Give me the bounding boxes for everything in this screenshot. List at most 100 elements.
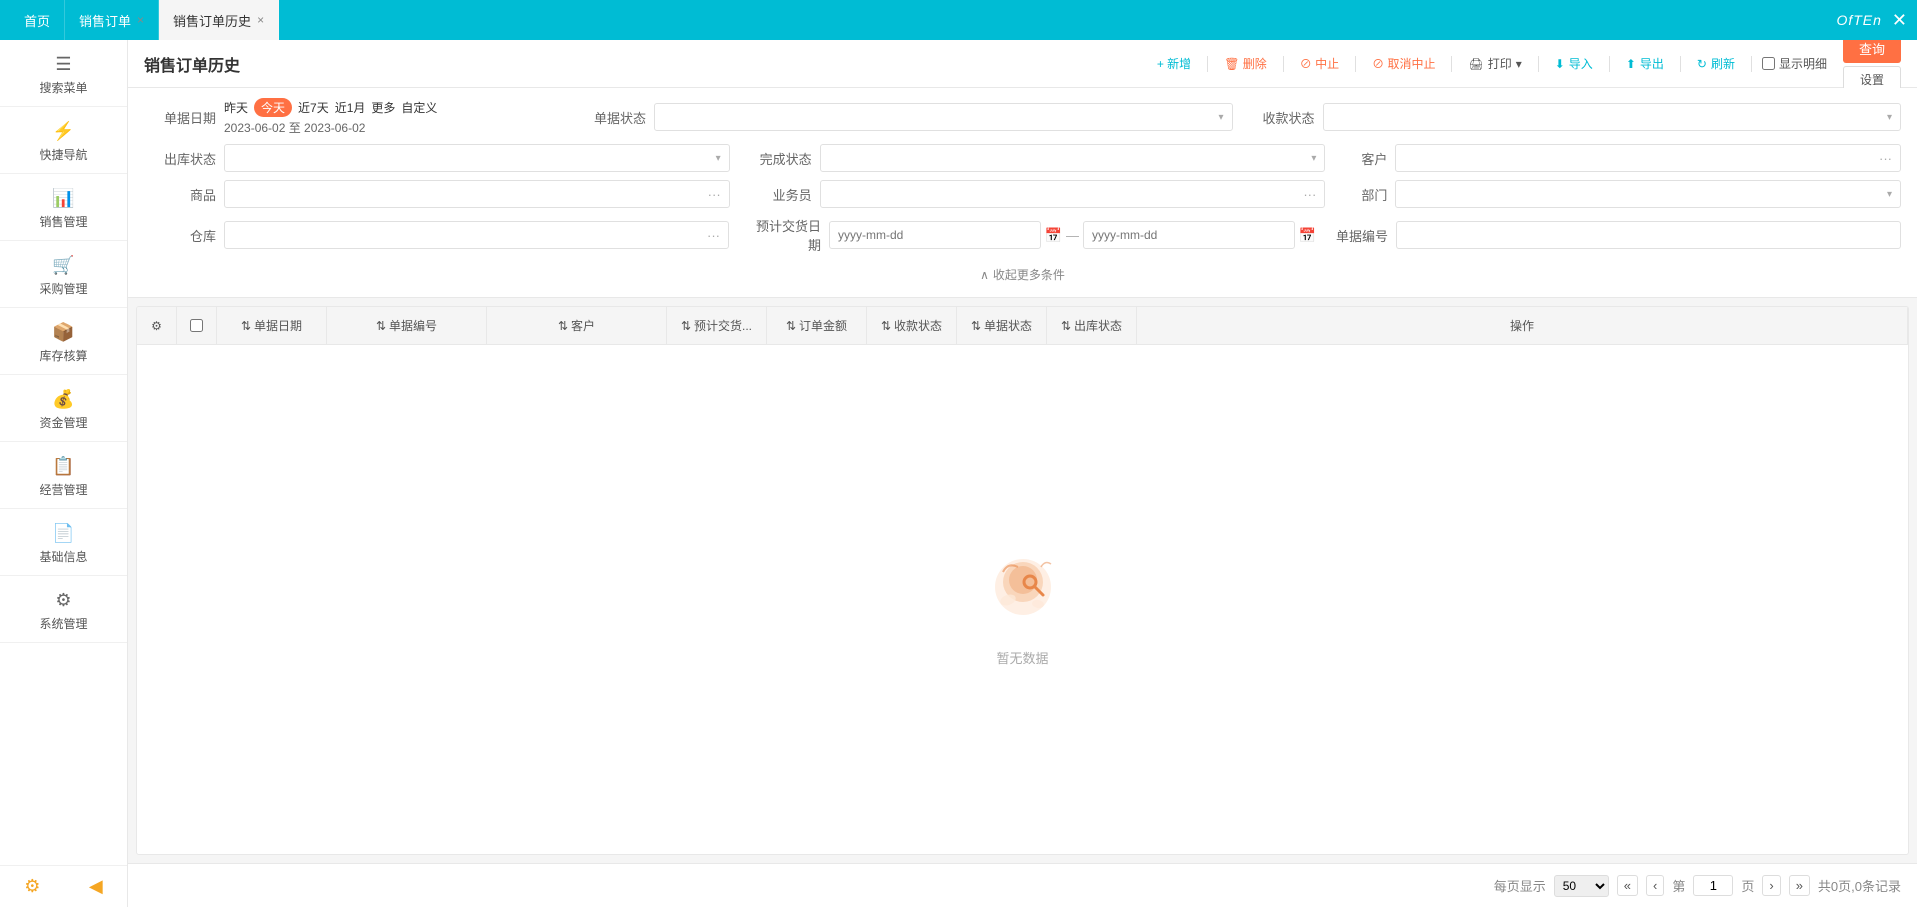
more-conditions-toggle[interactable]: ∧ 收起更多条件 (144, 262, 1901, 287)
sidebar-item-quick-nav[interactable]: ⚡ 快捷导航 (0, 107, 127, 174)
sort-icon: ⇅ (971, 319, 981, 333)
date-quick-options: 昨天 今天 近7天 近1月 更多 自定义 (224, 98, 564, 117)
sidebar-item-system-mgmt[interactable]: ⚙ 系统管理 (0, 576, 127, 643)
export-icon: ⬆ (1626, 57, 1636, 71)
th-payment-status[interactable]: ⇅ 收款状态 (867, 307, 957, 344)
sidebar-item-sales-mgmt[interactable]: 📊 销售管理 (0, 174, 127, 241)
collapse-icon: ∧ (980, 268, 989, 282)
filter-row-1: 单据日期 昨天 今天 近7天 近1月 更多 自定义 2023-06-02 至 2… (144, 98, 1901, 136)
page-number-input[interactable] (1693, 875, 1733, 896)
divider (1538, 56, 1539, 72)
cancel-stop-button[interactable]: ⊘ 取消中止 (1366, 51, 1441, 76)
total-text: 共0页,0条记录 (1818, 876, 1901, 895)
sort-icon: ⇅ (558, 319, 568, 333)
sidebar-collapse-icon[interactable]: ◀ (89, 876, 103, 897)
close-sales-order-history-tab[interactable]: × (257, 13, 264, 27)
salesperson-ellipsis[interactable]: ··· (1303, 187, 1316, 202)
department-select[interactable]: ▾ (1395, 180, 1901, 208)
import-button[interactable]: ⬇ 导入 (1549, 51, 1599, 76)
top-bar: 首页 销售订单 × 销售订单历史 × OfTEn ✕ (0, 0, 1917, 40)
show-details-input[interactable] (1762, 57, 1775, 70)
tab-sales-order-history[interactable]: 销售订单历史 × (159, 0, 279, 40)
page-title: 销售订单历史 (144, 52, 240, 76)
print-icon: 🖨 (1468, 57, 1483, 71)
product-ellipsis[interactable]: ··· (708, 187, 721, 202)
th-delivery[interactable]: ⇅ 预计交货... (667, 307, 767, 344)
page-label-2: 页 (1741, 876, 1754, 895)
th-settings[interactable]: ⚙ (137, 307, 177, 344)
refresh-icon: ↻ (1697, 57, 1707, 71)
tab-list: 首页 销售订单 × 销售订单历史 × (10, 0, 279, 40)
th-amount[interactable]: ⇅ 订单金额 (767, 307, 867, 344)
th-outbound-status[interactable]: ⇅ 出库状态 (1047, 307, 1137, 344)
sidebar-item-inventory[interactable]: 📦 库存核算 (0, 308, 127, 375)
show-details-checkbox[interactable]: 显示明细 (1762, 55, 1827, 72)
date-custom[interactable]: 自定义 (401, 99, 437, 116)
close-sales-order-tab[interactable]: × (137, 13, 144, 27)
date-7days[interactable]: 近7天 (298, 99, 329, 116)
date-yesterday[interactable]: 昨天 (224, 99, 248, 116)
delivery-date-start[interactable] (829, 221, 1041, 249)
customer-select[interactable]: ··· (1395, 144, 1901, 172)
more-conditions-label: 收起更多条件 (993, 266, 1065, 283)
outbound-status-select[interactable]: ▾ (224, 144, 730, 172)
top-bar-right: OfTEn ✕ (1836, 10, 1907, 31)
tab-home[interactable]: 首页 (10, 0, 65, 40)
warehouse-select[interactable]: ··· (224, 221, 729, 249)
product-select[interactable]: ··· (224, 180, 730, 208)
order-status-select[interactable]: ▾ (654, 103, 1233, 131)
sidebar-item-basic-info[interactable]: 📄 基础信息 (0, 509, 127, 576)
sort-icon: ⇅ (681, 319, 691, 333)
order-no-input[interactable] (1396, 221, 1901, 249)
sidebar-item-purchase-mgmt[interactable]: 🛒 采购管理 (0, 241, 127, 308)
next-page-button[interactable]: › (1762, 875, 1780, 896)
complete-status-select[interactable]: ▾ (820, 144, 1326, 172)
salesperson-select[interactable]: ··· (820, 180, 1326, 208)
stop-button[interactable]: ⊘ 中止 (1294, 51, 1345, 76)
th-customer[interactable]: ⇅ 客户 (487, 307, 667, 344)
salesperson-label: 业务员 (730, 185, 820, 204)
new-button[interactable]: + 新增 (1151, 51, 1197, 76)
sidebar-item-operations[interactable]: 📋 经营管理 (0, 442, 127, 509)
date-more[interactable]: 更多 (371, 99, 395, 116)
table-header: ⚙ ⇅ 单据日期 ⇅ 单据编号 ⇅ 客户 ⇅ (137, 307, 1908, 345)
warehouse-label: 仓库 (144, 226, 224, 245)
date-today[interactable]: 今天 (254, 98, 292, 117)
sidebar-settings-icon[interactable]: ⚙ (24, 876, 40, 897)
payment-status-select[interactable]: ▾ (1323, 103, 1902, 131)
refresh-button[interactable]: ↻ 刷新 (1691, 51, 1741, 76)
operations-icon: 📋 (52, 456, 74, 477)
divider (1207, 56, 1208, 72)
first-page-button[interactable]: « (1617, 875, 1638, 896)
prev-page-button[interactable]: ‹ (1646, 875, 1664, 896)
delivery-date-start-calendar-icon[interactable]: 📅 (1045, 227, 1062, 244)
sidebar-item-label: 系统管理 (39, 615, 87, 632)
date-1month[interactable]: 近1月 (335, 99, 366, 116)
sidebar-item-finance[interactable]: 💰 资金管理 (0, 375, 127, 442)
export-button[interactable]: ⬆ 导出 (1620, 51, 1670, 76)
department-chevron: ▾ (1887, 189, 1892, 200)
print-dropdown-icon: ▾ (1516, 57, 1522, 71)
delete-button[interactable]: 🗑 删除 (1218, 51, 1273, 76)
query-button[interactable]: 查询 (1843, 40, 1901, 63)
divider (1751, 56, 1752, 72)
last-page-button[interactable]: » (1789, 875, 1810, 896)
page-size-label: 每页显示 (1494, 876, 1546, 895)
sidebar-item-search-menu[interactable]: ☰ 搜索菜单 (0, 40, 127, 107)
window-close-button[interactable]: ✕ (1892, 10, 1907, 31)
sort-icon: ⇅ (881, 319, 891, 333)
warehouse-ellipsis[interactable]: ··· (707, 228, 720, 243)
th-order-no[interactable]: ⇅ 单据编号 (327, 307, 487, 344)
tab-sales-order[interactable]: 销售订单 × (65, 0, 159, 40)
th-date[interactable]: ⇅ 单据日期 (217, 307, 327, 344)
delivery-date-end[interactable] (1083, 221, 1295, 249)
print-button[interactable]: 🖨 打印 ▾ (1462, 51, 1527, 76)
th-order-status[interactable]: ⇅ 单据状态 (957, 307, 1047, 344)
sidebar-item-label: 库存核算 (39, 347, 87, 364)
page-size-select[interactable]: 50 10 20 100 (1554, 875, 1609, 897)
delivery-date-end-calendar-icon[interactable]: 📅 (1299, 227, 1316, 244)
print-label: 打印 (1488, 55, 1512, 72)
customer-ellipsis[interactable]: ··· (1879, 151, 1892, 166)
complete-status-chevron: ▾ (1311, 153, 1316, 164)
select-all-checkbox[interactable] (190, 319, 203, 332)
